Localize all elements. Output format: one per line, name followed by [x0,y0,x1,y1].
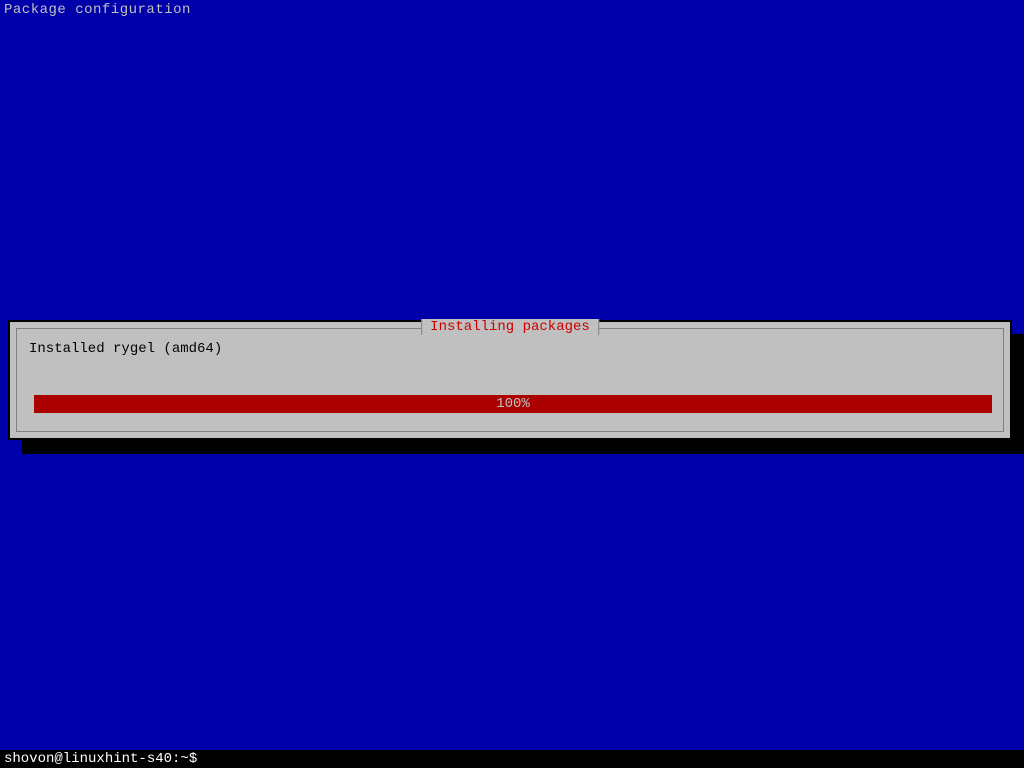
dialog-wrapper: Installing packages Installed rygel (amd… [8,320,1012,440]
terminal-prompt[interactable]: shovon@linuxhint-s40:~$ [0,750,1024,768]
installing-dialog: Installing packages Installed rygel (amd… [8,320,1012,440]
prompt-text: shovon@linuxhint-s40:~$ [4,751,197,767]
header-title: Package configuration [4,2,191,18]
progress-label: 100% [496,396,530,412]
dialog-inner: Installing packages Installed rygel (amd… [16,328,1004,432]
dialog-title: Installing packages [421,319,599,335]
install-status-text: Installed rygel (amd64) [29,341,991,357]
page-header: Package configuration [0,0,1024,20]
progress-bar: 100% [34,395,992,413]
